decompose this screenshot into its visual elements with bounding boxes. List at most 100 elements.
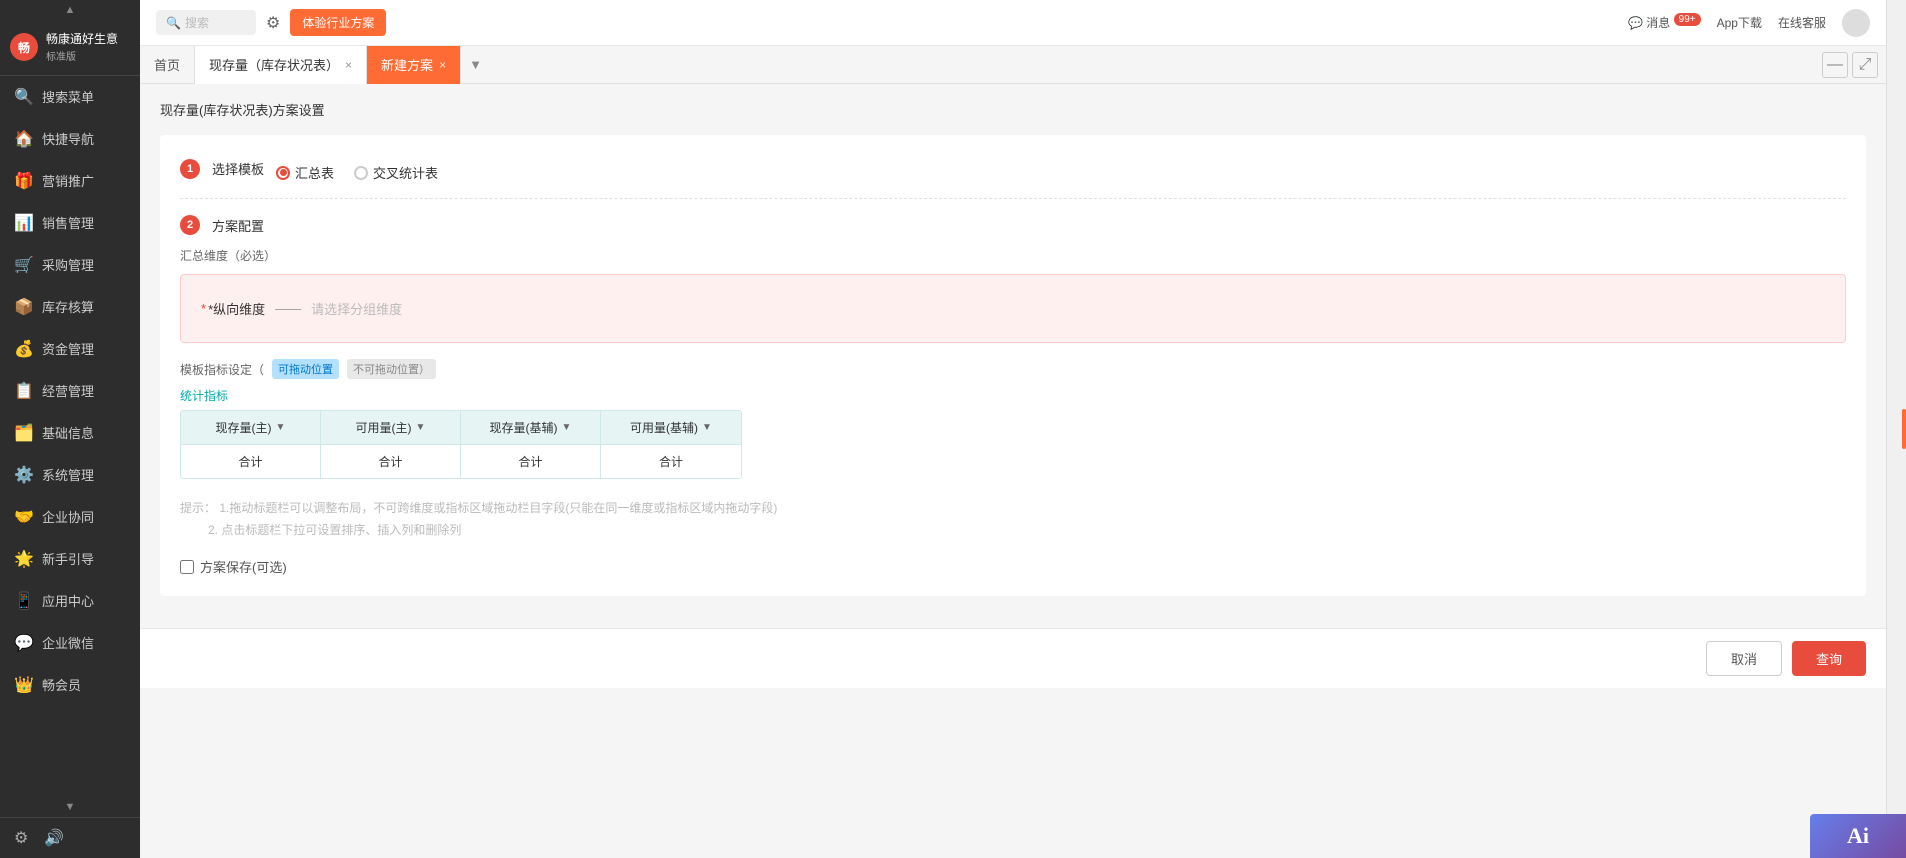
radio-summary[interactable]: 汇总表 [276,163,334,182]
search-icon: 🔍 [166,16,181,30]
dimension-dash: —— [275,301,301,316]
chevron-icon-1[interactable]: ▼ [416,422,426,433]
ai-float-button[interactable]: Ai [1810,814,1906,858]
sidebar-item-inventory[interactable]: 📦 库存核算 [0,286,140,328]
app-edition: 标准版 [46,48,118,63]
marketing-icon: 🎁 [14,171,34,191]
sidebar: ▲ 畅 畅康通好生意 标准版 🔍 搜索菜单 🏠 快捷导航 🎁 营销推广 📊 销售… [0,0,140,858]
stats-section-label: 统计指标 [180,387,1846,404]
online-service[interactable]: 在线客服 [1778,14,1826,31]
tip-1: 1.拖动标题栏可以调整布局，不可跨维度或指标区域拖动栏目字段(只能在同一维度或指… [219,501,777,515]
step2-badge: 2 [180,215,200,235]
col-body-label-1: 合计 [378,453,402,470]
sidebar-scroll-down[interactable]: ▼ [0,797,140,817]
stats-table-header: 现存量(主) ▼ 可用量(主) ▼ 现存量(基辅) ▼ [181,411,741,444]
sidebar-item-operations[interactable]: 📋 经营管理 [0,370,140,412]
purchase-icon: 🛒 [14,255,34,275]
tabs-expand-btn[interactable]: ▼ [461,46,490,84]
non-draggable-badge: 不可拖动位置） [347,359,436,379]
tab-expand-btn[interactable]: ⤢ [1852,52,1878,78]
settings-icon[interactable]: ⚙ [14,828,28,848]
sidebar-item-label: 资金管理 [42,339,94,358]
content-area: 现存量(库存状况表)方案设置 1 选择模板 汇总表 [140,84,1886,858]
indicator-settings: 统计指标 现存量(主) ▼ 可用量(主) ▼ [180,387,1846,482]
page-content: 现存量(库存状况表)方案设置 1 选择模板 汇总表 [140,84,1886,628]
gear-icon[interactable]: ⚙ [266,13,280,33]
stats-table-body: 合计 合计 合计 合计 [181,444,741,478]
sidebar-item-label: 搜索菜单 [42,87,94,106]
sidebar-scroll-up[interactable]: ▲ [0,0,140,20]
sidebar-item-label: 企业协同 [42,507,94,526]
sidebar-item-quick-nav[interactable]: 🏠 快捷导航 [0,118,140,160]
radio-cross[interactable]: 交叉统计表 [354,163,438,182]
chevron-icon-3[interactable]: ▼ [702,422,712,433]
sidebar-item-sales[interactable]: 📊 销售管理 [0,202,140,244]
sidebar-logo: 畅 畅康通好生意 标准版 [0,20,140,76]
save-label: 方案保存(可选) [200,557,287,576]
sidebar-item-wechat[interactable]: 💬 企业微信 [0,622,140,664]
search-placeholder: 搜索 [185,14,209,31]
sidebar-item-finance[interactable]: 💰 资金管理 [0,328,140,370]
col-header-2[interactable]: 现存量(基辅) ▼ [461,411,601,444]
wechat-icon: 💬 [14,633,34,653]
user-avatar[interactable] [1842,9,1870,37]
col-body-label-3: 合计 [659,453,683,470]
radio-cross-circle [354,166,368,180]
tab-inventory-status[interactable]: 现存量（库存状况表） × [195,46,367,84]
sidebar-item-guide[interactable]: 🌟 新手引导 [0,538,140,580]
draggable-badge: 可拖动位置 [272,359,339,379]
tab-inventory-close[interactable]: × [345,58,352,72]
speaker-icon[interactable]: 🔊 [44,828,64,848]
save-checkbox[interactable] [180,560,194,574]
right-panel-accent [1902,409,1906,449]
app-download[interactable]: App下载 [1717,14,1762,31]
col-header-3[interactable]: 可用量(基辅) ▼ [601,411,741,444]
app-center-icon: 📱 [14,591,34,611]
radio-summary-circle [276,166,290,180]
guide-icon: 🌟 [14,549,34,569]
cancel-button[interactable]: 取消 [1706,641,1782,676]
query-button[interactable]: 查询 [1792,641,1866,676]
basic-info-icon: 🗂️ [14,423,34,443]
required-star: * [201,301,206,316]
col-header-0[interactable]: 现存量(主) ▼ [181,411,321,444]
quick-nav-icon: 🏠 [14,129,34,149]
col-body-1: 合计 [321,445,461,478]
sidebar-item-search-menu[interactable]: 🔍 搜索菜单 [0,76,140,118]
col-header-1[interactable]: 可用量(主) ▼ [321,411,461,444]
messages-label[interactable]: 💬 消息 99+ [1628,14,1701,31]
sidebar-bottom: ⚙ 🔊 [0,817,140,858]
section-divider-1 [180,198,1846,199]
search-box[interactable]: 🔍 搜索 [156,10,256,35]
col-body-0: 合计 [181,445,321,478]
step1-row: 1 选择模板 汇总表 交叉统计表 [180,155,1846,182]
tab-home[interactable]: 首页 [140,46,195,84]
chevron-icon-0[interactable]: ▼ [276,422,286,433]
sidebar-item-label: 采购管理 [42,255,94,274]
tab-new-plan[interactable]: 新建方案 × [367,46,461,84]
industry-btn[interactable]: 体验行业方案 [290,9,386,36]
sidebar-item-cooperation[interactable]: 🤝 企业协同 [0,496,140,538]
system-icon: ⚙️ [14,465,34,485]
sidebar-item-system[interactable]: ⚙️ 系统管理 [0,454,140,496]
tips-section: 提示： 1.拖动标题栏可以调整布局，不可跨维度或指标区域拖动栏目字段(只能在同一… [180,498,1846,541]
tab-minimize-btn[interactable]: — [1822,52,1848,78]
chevron-icon-2[interactable]: ▼ [562,422,572,433]
inventory-icon: 📦 [14,297,34,317]
sidebar-item-label: 库存核算 [42,297,94,316]
sidebar-item-member[interactable]: 👑 畅会员 [0,664,140,706]
sidebar-item-basic-info[interactable]: 🗂️ 基础信息 [0,412,140,454]
operations-icon: 📋 [14,381,34,401]
step2-title: 方案配置 [212,216,264,235]
tab-new-plan-close[interactable]: × [439,58,446,72]
col-header-label-0: 现存量(主) [216,419,272,436]
sidebar-item-label: 企业微信 [42,633,94,652]
col-body-3: 合计 [601,445,741,478]
sidebar-item-purchase[interactable]: 🛒 采购管理 [0,244,140,286]
sidebar-item-marketing[interactable]: 🎁 营销推广 [0,160,140,202]
sidebar-item-label: 应用中心 [42,591,94,610]
sidebar-item-app-center[interactable]: 📱 应用中心 [0,580,140,622]
dimension-area[interactable]: * *纵向维度 —— 请选择分组维度 [180,274,1846,343]
vertical-dim-label: *纵向维度 [208,299,265,318]
col-body-label-2: 合计 [518,453,542,470]
